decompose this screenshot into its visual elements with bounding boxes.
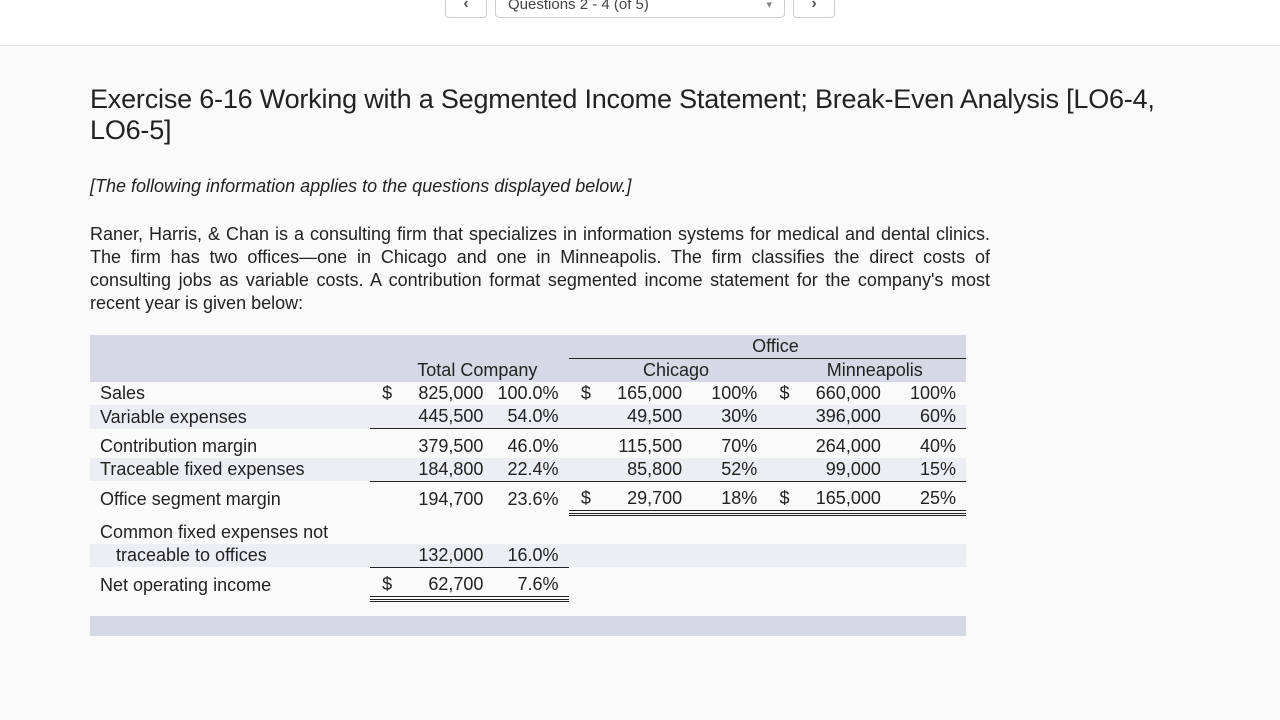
table-header-row: Office <box>90 335 966 359</box>
col-total: Total Company <box>392 359 568 383</box>
col-chicago: Chicago <box>591 359 767 383</box>
exercise-title: Exercise 6-16 Working with a Segmented I… <box>90 84 1190 146</box>
question-nav: ‹ Questions 2 - 4 (of 5) ▾ › <box>445 0 835 18</box>
applies-note: [The following information applies to th… <box>90 176 1190 197</box>
chevron-left-icon: ‹ <box>463 0 468 13</box>
table-footer-bar <box>90 616 966 636</box>
page-body: Exercise 6-16 Working with a Segmented I… <box>0 46 1280 636</box>
table-subheader-row: Total Company Chicago Minneapolis <box>90 359 966 383</box>
income-statement-table: Office Total Company Chicago Minneapolis… <box>90 335 966 636</box>
row-common-fixed-2: traceable to offices 132,000 16.0% <box>90 544 966 568</box>
question-selector-label: Questions 2 - 4 (of 5) <box>508 0 649 13</box>
scenario-paragraph: Raner, Harris, & Chan is a consulting fi… <box>90 223 990 315</box>
office-header: Office <box>591 335 966 359</box>
row-segment-margin: Office segment margin 194,700 23.6% $ 29… <box>90 487 966 511</box>
row-net-operating-income: Net operating income $ 62,700 7.6% <box>90 573 966 597</box>
row-common-fixed-1: Common fixed expenses not <box>90 521 966 544</box>
content-area: Exercise 6-16 Working with a Segmented I… <box>90 84 1190 636</box>
row-sales: Sales $ 825,000 100.0% $ 165,000 100% $ … <box>90 382 966 405</box>
top-bar: ‹ Questions 2 - 4 (of 5) ▾ › <box>0 0 1280 46</box>
prev-button[interactable]: ‹ <box>445 0 487 18</box>
chevron-right-icon: › <box>811 0 816 13</box>
chevron-down-icon: ▾ <box>766 0 772 11</box>
row-contribution-margin: Contribution margin 379,500 46.0% 115,50… <box>90 435 966 458</box>
col-minneapolis: Minneapolis <box>790 359 966 383</box>
next-button[interactable]: › <box>793 0 835 18</box>
row-variable-expenses: Variable expenses 445,500 54.0% 49,500 3… <box>90 405 966 429</box>
question-selector[interactable]: Questions 2 - 4 (of 5) ▾ <box>495 0 785 18</box>
row-traceable-fixed: Traceable fixed expenses 184,800 22.4% 8… <box>90 458 966 482</box>
row-total-double-rule <box>90 597 966 601</box>
